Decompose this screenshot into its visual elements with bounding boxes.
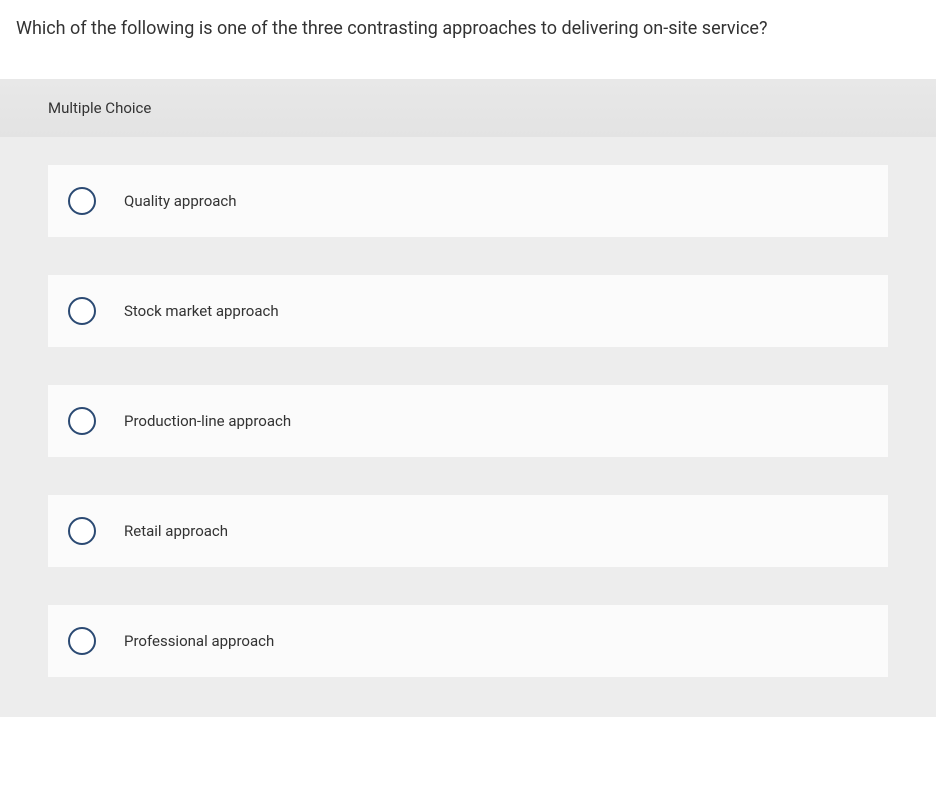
option-label: Quality approach xyxy=(124,192,237,210)
option-row[interactable]: Retail approach xyxy=(48,495,888,567)
option-label: Stock market approach xyxy=(124,302,279,320)
radio-icon[interactable] xyxy=(68,297,96,325)
option-row[interactable]: Quality approach xyxy=(48,165,888,237)
radio-icon[interactable] xyxy=(68,407,96,435)
radio-icon[interactable] xyxy=(68,627,96,655)
option-label: Production-line approach xyxy=(124,412,291,430)
option-row[interactable]: Professional approach xyxy=(48,605,888,677)
section-header: Multiple Choice xyxy=(0,79,936,137)
radio-icon[interactable] xyxy=(68,187,96,215)
radio-icon[interactable] xyxy=(68,517,96,545)
option-label: Professional approach xyxy=(124,632,274,650)
option-row[interactable]: Production-line approach xyxy=(48,385,888,457)
option-label: Retail approach xyxy=(124,522,228,540)
question-text: Which of the following is one of the thr… xyxy=(0,0,936,79)
multiple-choice-container: Multiple Choice Quality approach Stock m… xyxy=(0,79,936,717)
options-list: Quality approach Stock market approach P… xyxy=(0,137,936,717)
option-row[interactable]: Stock market approach xyxy=(48,275,888,347)
